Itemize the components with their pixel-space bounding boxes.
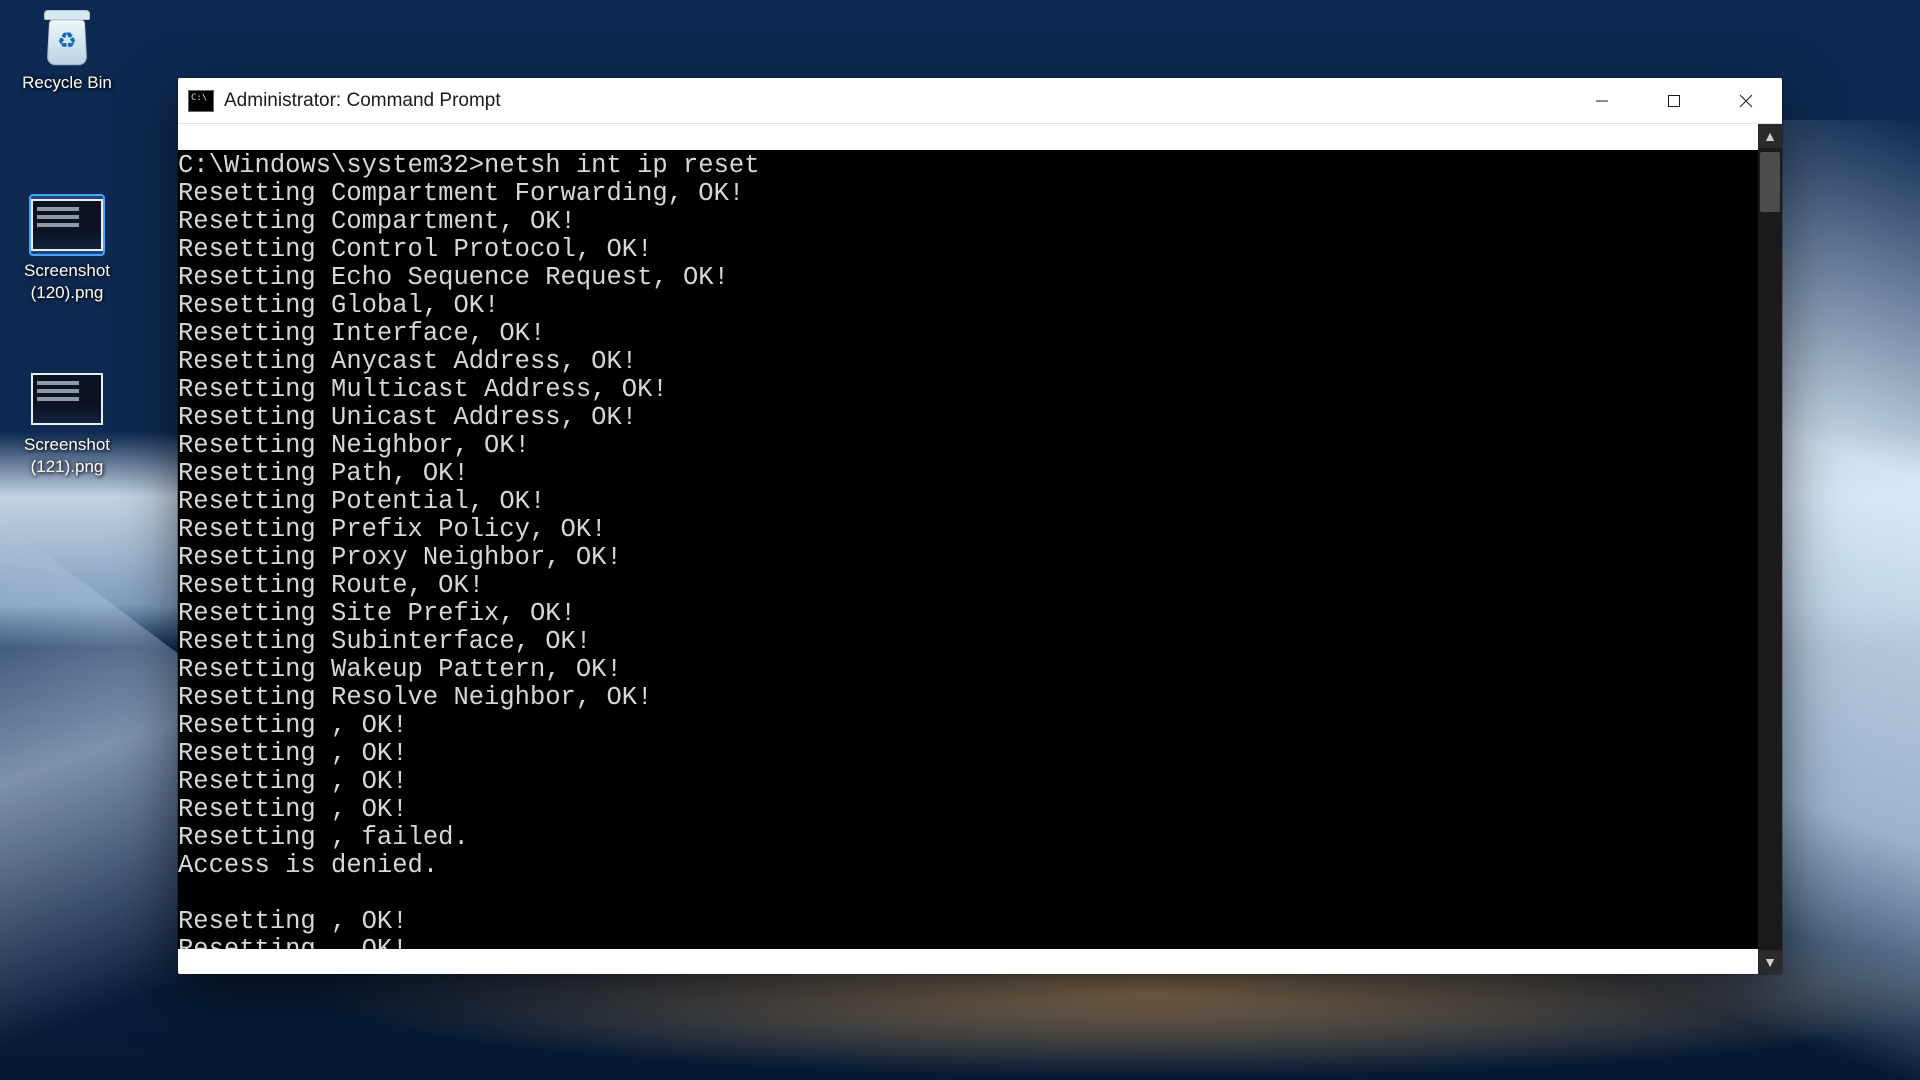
maximize-button[interactable] (1638, 78, 1710, 123)
desktop-icon-screenshot-120[interactable]: Screenshot (120).png (12, 196, 122, 304)
recycle-bin-icon (31, 8, 103, 66)
scrollbar-thumb[interactable] (1760, 152, 1780, 212)
desktop-icon-label: Screenshot (120).png (12, 260, 122, 304)
minimize-button[interactable] (1566, 78, 1638, 123)
maximize-icon (1667, 94, 1681, 108)
terminal-output[interactable]: C:\Windows\system32>netsh int ip reset R… (178, 150, 1758, 949)
image-file-icon (31, 370, 103, 428)
command-prompt-icon (188, 90, 214, 112)
command-prompt-body: C:\Windows\system32>netsh int ip reset R… (178, 124, 1782, 974)
desktop-icon-label: Recycle Bin (12, 72, 122, 94)
window-title: Administrator: Command Prompt (224, 90, 501, 112)
image-file-icon (31, 196, 103, 254)
minimize-icon (1595, 94, 1609, 108)
desktop[interactable]: Recycle Bin Screenshot (120).png Screens… (0, 0, 1920, 1080)
vertical-scrollbar[interactable]: ▲ ▼ (1758, 124, 1782, 974)
desktop-icon-screenshot-121[interactable]: Screenshot (121).png (12, 370, 122, 478)
scrollbar-down-arrow-icon[interactable]: ▼ (1758, 950, 1782, 974)
desktop-icon-recycle-bin[interactable]: Recycle Bin (12, 8, 122, 94)
window-controls (1566, 78, 1782, 123)
close-button[interactable] (1710, 78, 1782, 123)
titlebar[interactable]: Administrator: Command Prompt (178, 78, 1782, 124)
close-icon (1739, 94, 1753, 108)
command-prompt-window[interactable]: Administrator: Command Prompt C:\Windows… (178, 78, 1782, 974)
desktop-icon-label: Screenshot (121).png (12, 434, 122, 478)
scrollbar-up-arrow-icon[interactable]: ▲ (1758, 124, 1782, 148)
